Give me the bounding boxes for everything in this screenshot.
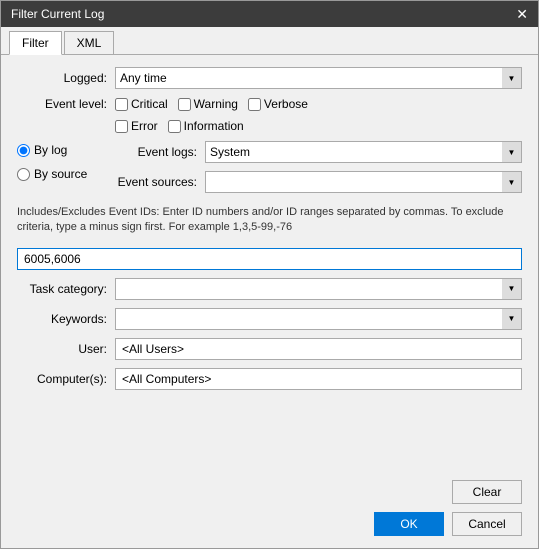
critical-checkbox-label[interactable]: Critical [115,97,168,111]
by-source-radio-label[interactable]: By source [17,167,107,181]
warning-label: Warning [194,97,238,111]
event-logs-select[interactable]: System [205,141,522,163]
dialog: Filter Current Log ✕ Filter XML Logged: … [0,0,539,549]
by-log-radio[interactable] [17,144,30,157]
verbose-label: Verbose [264,97,308,111]
by-source-label: By source [34,167,87,181]
warning-checkbox-label[interactable]: Warning [178,97,238,111]
critical-label: Critical [131,97,168,111]
clear-btn-row: Clear [1,480,538,504]
event-sources-row: Event sources: ▼ [107,171,522,193]
task-category-label: Task category: [17,282,107,296]
by-log-label: By log [34,143,67,157]
log-source-section: By log By source Event logs: System ▼ [17,141,522,193]
event-level-row2: Error Information [17,119,522,133]
dialog-title: Filter Current Log [11,7,104,21]
by-source-radio[interactable] [17,168,30,181]
event-logs-label: Event logs: [107,145,197,159]
error-label: Error [131,119,158,133]
logged-label: Logged: [17,71,107,85]
computer-input[interactable] [115,368,522,390]
radio-column: By log By source [17,141,107,181]
event-sources-select[interactable] [205,171,522,193]
by-log-radio-label[interactable]: By log [17,143,107,157]
verbose-checkbox-label[interactable]: Verbose [248,97,308,111]
ok-button[interactable]: OK [374,512,444,536]
keywords-row: Keywords: ▼ [17,308,522,330]
logged-select[interactable]: Any time Last hour Last 12 hours Last 24… [115,67,522,89]
tabs: Filter XML [1,27,538,55]
keywords-select[interactable] [115,308,522,330]
event-level-checkboxes: Critical Warning Verbose [115,97,308,111]
keywords-label: Keywords: [17,312,107,326]
event-logs-select-wrapper: System ▼ [205,141,522,163]
computer-row: Computer(s): [17,368,522,390]
task-category-wrapper: ▼ [115,278,522,300]
critical-checkbox[interactable] [115,98,128,111]
event-sources-select-wrapper: ▼ [205,171,522,193]
warning-checkbox[interactable] [178,98,191,111]
user-label: User: [17,342,107,356]
error-checkbox-label[interactable]: Error [115,119,158,133]
user-row: User: [17,338,522,360]
cancel-button[interactable]: Cancel [452,512,522,536]
verbose-checkbox[interactable] [248,98,261,111]
title-bar: Filter Current Log ✕ [1,1,538,27]
clear-button[interactable]: Clear [452,480,522,504]
task-category-select[interactable] [115,278,522,300]
event-logs-row: Event logs: System ▼ [107,141,522,163]
keywords-wrapper: ▼ [115,308,522,330]
event-level-checkboxes2: Error Information [115,119,244,133]
computer-label: Computer(s): [17,372,107,386]
information-checkbox[interactable] [168,120,181,133]
description-text: Includes/Excludes Event IDs: Enter ID nu… [17,201,522,240]
bottom-buttons: OK Cancel [1,504,538,548]
event-level-label: Event level: [17,97,107,111]
logged-row: Logged: Any time Last hour Last 12 hours… [17,67,522,89]
event-level-row: Event level: Critical Warning Verbose [17,97,522,111]
user-input[interactable] [115,338,522,360]
error-checkbox[interactable] [115,120,128,133]
logged-select-wrapper: Any time Last hour Last 12 hours Last 24… [115,67,522,89]
event-log-rows: Event logs: System ▼ Event sources: [107,141,522,193]
event-sources-label: Event sources: [107,175,197,189]
task-category-row: Task category: ▼ [17,278,522,300]
information-checkbox-label[interactable]: Information [168,119,244,133]
content: Logged: Any time Last hour Last 12 hours… [1,55,538,480]
tab-filter[interactable]: Filter [9,31,62,55]
information-label: Information [184,119,244,133]
event-ids-row [17,248,522,270]
close-button[interactable]: ✕ [516,7,528,21]
tab-xml[interactable]: XML [64,31,115,54]
event-ids-input[interactable] [17,248,522,270]
